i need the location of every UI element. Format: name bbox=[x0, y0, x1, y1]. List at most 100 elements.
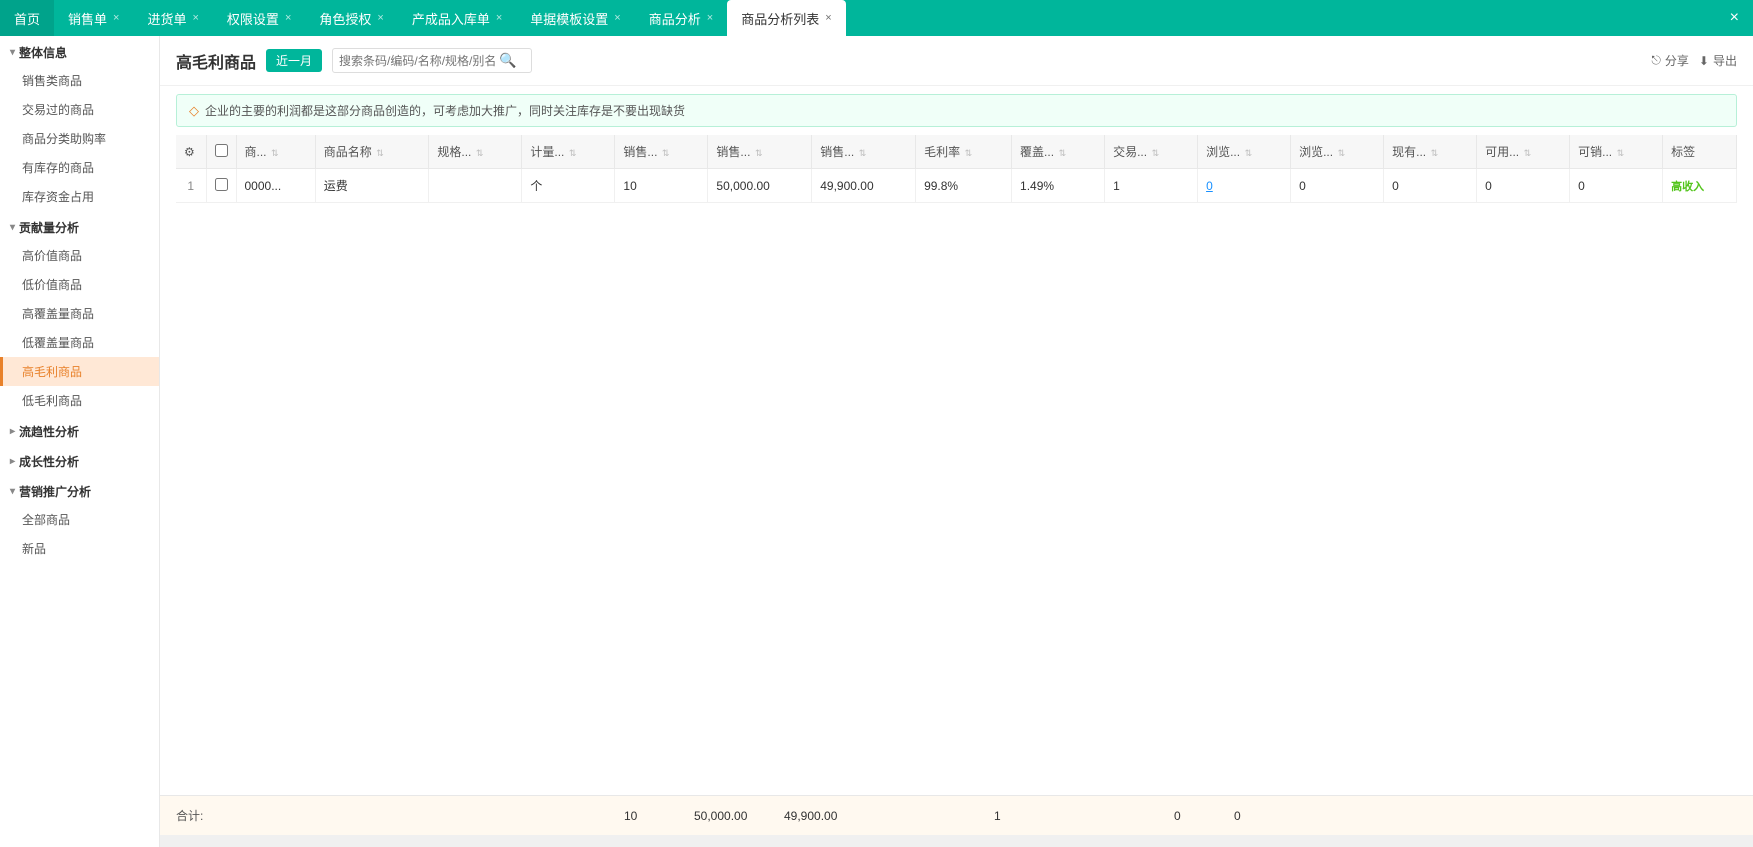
tip-text: 企业的主要的利润都是这部分商品创造的，可考虑加大推广，同时关注库存是不要出现缺货 bbox=[205, 102, 685, 119]
main-layout: ▾整体信息销售类商品交易过的商品商品分类助购率有库存的商品库存资金占用▾贡献量分… bbox=[0, 36, 1753, 847]
sort-icon-transactions: ⇅ bbox=[1149, 148, 1159, 158]
sort-icon-coverage: ⇅ bbox=[1056, 148, 1066, 158]
sidebar-item-1-5[interactable]: 低毛利商品 bbox=[0, 386, 159, 415]
footer-cell-7: 50,000.00 bbox=[686, 809, 776, 823]
col-header-spec[interactable]: 规格... ⇅ bbox=[429, 135, 522, 169]
settings-icon[interactable]: ⚙ bbox=[184, 145, 195, 159]
cell-no-0: 1 bbox=[176, 169, 206, 203]
close-tab-icon-8[interactable]: × bbox=[825, 12, 831, 24]
share-button[interactable]: ⎋ 分享 bbox=[1651, 52, 1689, 69]
nav-tab-7[interactable]: 商品分析× bbox=[635, 0, 727, 36]
close-tab-icon-3[interactable]: × bbox=[285, 12, 291, 24]
sidebar-item-1-4[interactable]: 高毛利商品 bbox=[0, 357, 159, 386]
close-all-tabs-button[interactable]: × bbox=[1716, 0, 1753, 36]
sidebar-item-0-4[interactable]: 库存资金占用 bbox=[0, 182, 159, 211]
nav-tab-5[interactable]: 产成品入库单× bbox=[398, 0, 516, 36]
col-header-code[interactable]: 商... ⇅ bbox=[236, 135, 315, 169]
footer-cell-15: 0 bbox=[1226, 809, 1286, 823]
nav-tab-2[interactable]: 进货单× bbox=[133, 0, 212, 36]
data-table: ⚙商... ⇅商品名称 ⇅规格... ⇅计量... ⇅销售... ⇅销售... … bbox=[176, 135, 1737, 203]
section-arrow-icon-0: ▾ bbox=[10, 47, 15, 58]
sort-icon-browse2: ⇅ bbox=[1335, 148, 1345, 158]
footer-cell-8: 49,900.00 bbox=[776, 809, 866, 823]
cell-gross_rate-0: 99.8% bbox=[916, 169, 1012, 203]
row-checkbox-0[interactable] bbox=[215, 178, 228, 191]
sidebar-item-1-3[interactable]: 低覆盖量商品 bbox=[0, 328, 159, 357]
sidebar-section-0[interactable]: ▾整体信息 bbox=[0, 36, 159, 66]
cell-sellable-0: 0 bbox=[1570, 169, 1663, 203]
sort-icon-code: ⇅ bbox=[269, 148, 279, 158]
footer-cell-6: 10 bbox=[616, 809, 686, 823]
col-header-checkbox bbox=[206, 135, 236, 169]
sidebar-item-0-1[interactable]: 交易过的商品 bbox=[0, 95, 159, 124]
col-header-current_stock[interactable]: 现有... ⇅ bbox=[1384, 135, 1477, 169]
footer-values: 1050,000.0049,900.00100 bbox=[236, 809, 1737, 823]
search-box: 🔍 bbox=[332, 48, 532, 73]
search-input[interactable] bbox=[339, 54, 499, 68]
nav-tab-4[interactable]: 角色授权× bbox=[305, 0, 397, 36]
nav-tab-3[interactable]: 权限设置× bbox=[213, 0, 305, 36]
close-tab-icon-6[interactable]: × bbox=[614, 12, 620, 24]
col-header-available[interactable]: 可用... ⇅ bbox=[1477, 135, 1570, 169]
cell-available-0: 0 bbox=[1477, 169, 1570, 203]
col-header-unit[interactable]: 计量... ⇅ bbox=[522, 135, 615, 169]
sidebar-section-1[interactable]: ▾贡献量分析 bbox=[0, 211, 159, 241]
sort-icon-sales_cost: ⇅ bbox=[856, 148, 866, 158]
footer-cell-11: 1 bbox=[986, 809, 1046, 823]
search-icon[interactable]: 🔍 bbox=[499, 52, 516, 69]
cell-name-0: 运费 bbox=[315, 169, 429, 203]
browse1-link[interactable]: 0 bbox=[1206, 179, 1213, 193]
sidebar-item-0-2[interactable]: 商品分类助购率 bbox=[0, 124, 159, 153]
col-header-sales_cost[interactable]: 销售... ⇅ bbox=[812, 135, 916, 169]
sidebar-item-1-0[interactable]: 高价值商品 bbox=[0, 241, 159, 270]
select-all-checkbox[interactable] bbox=[215, 144, 228, 157]
section-arrow-icon-1: ▾ bbox=[10, 222, 15, 233]
sidebar-section-2[interactable]: ▸流趋性分析 bbox=[0, 415, 159, 445]
nav-tab-0[interactable]: 首页 bbox=[0, 0, 54, 36]
data-table-wrap: ⚙商... ⇅商品名称 ⇅规格... ⇅计量... ⇅销售... ⇅销售... … bbox=[160, 135, 1753, 795]
sidebar-item-0-3[interactable]: 有库存的商品 bbox=[0, 153, 159, 182]
sidebar-item-1-2[interactable]: 高覆盖量商品 bbox=[0, 299, 159, 328]
sort-icon-name: ⇅ bbox=[374, 148, 384, 158]
sidebar-section-3[interactable]: ▸成长性分析 bbox=[0, 445, 159, 475]
nav-tab-1[interactable]: 销售单× bbox=[54, 0, 133, 36]
col-header-gross_rate[interactable]: 毛利率 ⇅ bbox=[916, 135, 1012, 169]
cell-sales_amt-0: 50,000.00 bbox=[708, 169, 812, 203]
col-header-sales_amt[interactable]: 销售... ⇅ bbox=[708, 135, 812, 169]
col-header-browse2[interactable]: 浏览... ⇅ bbox=[1291, 135, 1384, 169]
close-tab-icon-2[interactable]: × bbox=[192, 12, 198, 24]
export-button[interactable]: ⬇ 导出 bbox=[1699, 52, 1737, 69]
col-header-browse1[interactable]: 浏览... ⇅ bbox=[1198, 135, 1291, 169]
sidebar-item-4-1[interactable]: 新品 bbox=[0, 534, 159, 563]
content-header: 高毛利商品 近一月 🔍 ⎋ 分享 ⬇ 导出 bbox=[160, 36, 1753, 86]
export-icon: ⬇ bbox=[1699, 54, 1709, 68]
col-header-sellable[interactable]: 可销... ⇅ bbox=[1570, 135, 1663, 169]
filter-recent-month-button[interactable]: 近一月 bbox=[266, 49, 322, 72]
footer-cell-14: 0 bbox=[1166, 809, 1226, 823]
top-navigation: 首页销售单×进货单×权限设置×角色授权×产成品入库单×单据模板设置×商品分析×商… bbox=[0, 0, 1753, 36]
cell-unit-0: 个 bbox=[522, 169, 615, 203]
close-tab-icon-5[interactable]: × bbox=[496, 12, 502, 24]
sidebar: ▾整体信息销售类商品交易过的商品商品分类助购率有库存的商品库存资金占用▾贡献量分… bbox=[0, 36, 160, 847]
close-tab-icon-4[interactable]: × bbox=[377, 12, 383, 24]
col-header-sales_qty[interactable]: 销售... ⇅ bbox=[615, 135, 708, 169]
col-header-transactions[interactable]: 交易... ⇅ bbox=[1105, 135, 1198, 169]
nav-tab-8[interactable]: 商品分析列表× bbox=[727, 0, 845, 36]
sidebar-item-4-0[interactable]: 全部商品 bbox=[0, 505, 159, 534]
sidebar-section-4[interactable]: ▾营销推广分析 bbox=[0, 475, 159, 505]
page-title: 高毛利商品 bbox=[176, 49, 256, 73]
tag-high-income: 高收入 bbox=[1671, 181, 1704, 193]
sidebar-item-0-0[interactable]: 销售类商品 bbox=[0, 66, 159, 95]
bottom-scrollbar[interactable] bbox=[160, 835, 1753, 847]
col-header-coverage[interactable]: 覆盖... ⇅ bbox=[1012, 135, 1105, 169]
close-tab-icon-1[interactable]: × bbox=[113, 12, 119, 24]
sort-icon-current_stock: ⇅ bbox=[1428, 148, 1438, 158]
close-tab-icon-7[interactable]: × bbox=[707, 12, 713, 24]
sidebar-item-1-1[interactable]: 低价值商品 bbox=[0, 270, 159, 299]
col-header-name[interactable]: 商品名称 ⇅ bbox=[315, 135, 429, 169]
cell-current_stock-0: 0 bbox=[1384, 169, 1477, 203]
sort-icon-sellable: ⇅ bbox=[1614, 148, 1624, 158]
section-arrow-icon-3: ▸ bbox=[10, 456, 15, 467]
footer-total: 合计: 1050,000.0049,900.00100 bbox=[160, 795, 1753, 835]
nav-tab-6[interactable]: 单据模板设置× bbox=[516, 0, 634, 36]
